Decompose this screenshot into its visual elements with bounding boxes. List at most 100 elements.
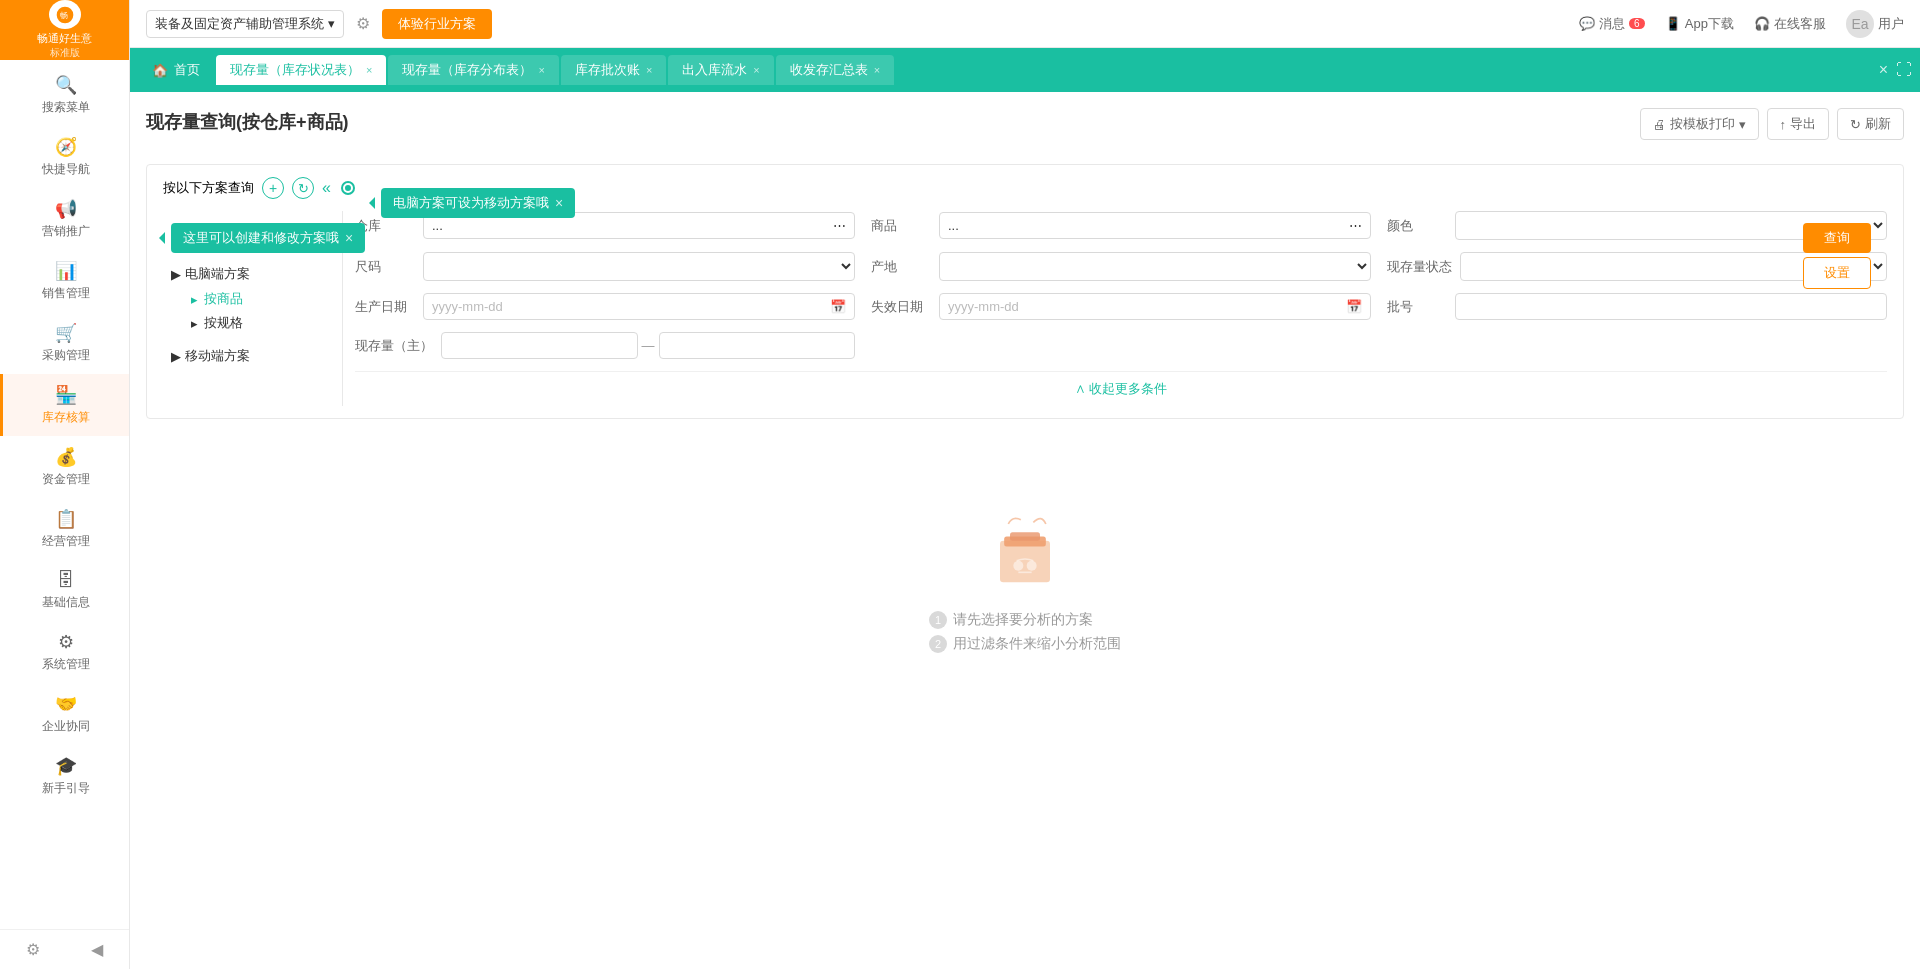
- sidebar-item-operations[interactable]: 📋 经营管理: [0, 498, 129, 560]
- sub-arrow-icon2: ▸: [191, 316, 198, 331]
- sidebar-item-inventory[interactable]: 🏪 库存核算: [0, 374, 129, 436]
- filter-row-4: 现存量（主） —: [355, 332, 1887, 359]
- user-avatar: Ea: [1846, 10, 1874, 38]
- origin-label: 产地: [871, 258, 931, 276]
- chart-icon: 📊: [55, 260, 77, 282]
- sidebar-item-basic[interactable]: 🗄 基础信息: [0, 560, 129, 621]
- tooltip2-close-btn[interactable]: ×: [345, 230, 353, 246]
- online-service-item[interactable]: 🎧 在线客服: [1754, 15, 1826, 33]
- message-item[interactable]: 💬 消息 6: [1579, 15, 1645, 33]
- topbar: 装备及固定资产辅助管理系统 ▾ ⚙ 体验行业方案 💬 消息 6 📱 App下载 …: [130, 0, 1920, 48]
- filter-title: 按以下方案查询: [163, 179, 254, 197]
- headset-icon: 🎧: [1754, 16, 1770, 31]
- tab-close-inventory-status[interactable]: ×: [366, 64, 372, 76]
- empty-hint-2: 2 用过滤条件来缩小分析范围: [929, 635, 1121, 653]
- sidebar-item-guide[interactable]: 🎓 新手引导: [0, 745, 129, 807]
- sidebar-footer: ⚙ ◀: [0, 929, 129, 969]
- svg-point-5: [1013, 561, 1023, 571]
- sidebar-item-finance[interactable]: 💰 资金管理: [0, 436, 129, 498]
- scheme-item-goods[interactable]: ▸ 按商品: [171, 287, 334, 311]
- batch-label: 批号: [1387, 298, 1447, 316]
- goods-label: 商品: [871, 217, 931, 235]
- batch-input[interactable]: [1455, 293, 1887, 320]
- database-icon: 🗄: [57, 570, 75, 591]
- inv-main-min[interactable]: [441, 332, 638, 359]
- svg-point-6: [1027, 561, 1037, 571]
- filter-row-2: 尺码 产地 现存量状态: [355, 252, 1887, 281]
- toolbar: 🖨 按模板打印 ▾ ↑ 导出 ↻ 刷新: [1640, 108, 1905, 140]
- export-btn[interactable]: ↑ 导出: [1767, 108, 1830, 140]
- sidebar-item-search[interactable]: 🔍 搜索菜单: [0, 64, 129, 126]
- empty-hint-1: 1 请先选择要分析的方案: [929, 611, 1121, 629]
- svg-rect-4: [1010, 532, 1040, 540]
- sidebar-nav: 🔍 搜索菜单 🧭 快捷导航 📢 营销推广 📊 销售管理 🛒 采购管理 🏪 库存核…: [0, 60, 129, 929]
- tab-expand-btn[interactable]: ⛶: [1896, 61, 1912, 79]
- refresh-btn[interactable]: ↻ 刷新: [1837, 108, 1904, 140]
- guide-icon: 🎓: [55, 755, 77, 777]
- logo-icon: 畅: [49, 0, 81, 29]
- tab-close-recv-send-summary[interactable]: ×: [874, 64, 880, 76]
- filter-arrow-btn[interactable]: «: [322, 179, 331, 197]
- origin-select[interactable]: [939, 252, 1371, 281]
- compass-icon: 🧭: [55, 136, 77, 158]
- hint-num-1: 1: [929, 611, 947, 629]
- app-logo: 畅 畅通好生意 标准版: [0, 0, 129, 60]
- size-select[interactable]: [423, 252, 855, 281]
- filter-field-goods: 商品 ... ⋯: [871, 211, 1371, 240]
- megaphone-icon: 📢: [55, 198, 77, 220]
- tab-inventory-status[interactable]: 现存量（库存状况表） ×: [216, 55, 386, 85]
- scheme-group-pc-title[interactable]: ▶ 电脑端方案: [171, 261, 334, 287]
- tab-close-batch-account[interactable]: ×: [646, 64, 652, 76]
- tab-home[interactable]: 🏠 首页: [138, 55, 214, 85]
- exp-date-input[interactable]: yyyy-mm-dd 📅: [939, 293, 1371, 320]
- sidebar-item-enterprise[interactable]: 🤝 企业协同: [0, 683, 129, 745]
- calendar-icon: 📅: [830, 299, 846, 314]
- search-btn[interactable]: 查询: [1803, 223, 1871, 253]
- inv-main-range: —: [441, 332, 855, 359]
- app-download-item[interactable]: 📱 App下载: [1665, 15, 1734, 33]
- filter-add-btn[interactable]: +: [262, 177, 284, 199]
- settings-btn[interactable]: ⚙: [26, 940, 40, 959]
- svg-rect-2: [1000, 541, 1050, 583]
- collapse-filter-btn[interactable]: ∧ 收起更多条件: [355, 371, 1887, 406]
- print-btn[interactable]: 🖨 按模板打印 ▾: [1640, 108, 1759, 140]
- sidebar-item-sales[interactable]: 📊 销售管理: [0, 250, 129, 312]
- system-selector[interactable]: 装备及固定资产辅助管理系统 ▾: [146, 10, 344, 38]
- main-content-area: 现存量查询(按仓库+商品) 🖨 按模板打印 ▾ ↑ 导出 ↻ 刷新: [130, 92, 1920, 969]
- tab-inventory-dist[interactable]: 现存量（库存分布表） ×: [388, 55, 558, 85]
- inv-main-max[interactable]: [659, 332, 856, 359]
- tooltip-scheme-move: 电脑方案可设为移动方案哦 ×: [381, 188, 575, 218]
- sidebar-item-marketing[interactable]: 📢 营销推广: [0, 188, 129, 250]
- goods-select[interactable]: ... ⋯: [939, 212, 1371, 239]
- sidebar-item-purchase[interactable]: 🛒 采购管理: [0, 312, 129, 374]
- topbar-settings-icon[interactable]: ⚙: [356, 14, 370, 33]
- prod-date-input[interactable]: yyyy-mm-dd 📅: [423, 293, 855, 320]
- empty-state: 1 请先选择要分析的方案 2 用过滤条件来缩小分析范围: [146, 419, 1904, 733]
- tab-close-in-out-flow[interactable]: ×: [753, 64, 759, 76]
- user-item[interactable]: Ea 用户: [1846, 10, 1904, 38]
- tabbar-right: × ⛶: [1879, 61, 1912, 79]
- tooltip1-close-btn[interactable]: ×: [555, 195, 563, 211]
- page-title: 现存量查询(按仓库+商品): [146, 110, 349, 134]
- phone-icon: 📱: [1665, 16, 1681, 31]
- app-name: 畅通好生意: [37, 31, 92, 46]
- trial-btn[interactable]: 体验行业方案: [382, 9, 492, 39]
- filter-content: 这里可以创建和修改方案哦 × ▶ 电脑端方案 ▸ 按商品: [163, 211, 1887, 406]
- filter-refresh-btn[interactable]: ↻: [292, 177, 314, 199]
- tab-close-inventory-dist[interactable]: ×: [538, 64, 544, 76]
- filter-field-size: 尺码: [355, 252, 855, 281]
- warehouse-icon: 🏪: [55, 384, 77, 406]
- scheme-item-spec[interactable]: ▸ 按规格: [171, 311, 334, 335]
- tab-close-all-btn[interactable]: ×: [1879, 61, 1888, 79]
- tab-in-out-flow[interactable]: 出入库流水 ×: [668, 55, 773, 85]
- scheme-group-mobile-title[interactable]: ▶ 移动端方案: [171, 343, 334, 369]
- filter-field-batch: 批号: [1387, 293, 1887, 320]
- tab-recv-send-summary[interactable]: 收发存汇总表 ×: [776, 55, 894, 85]
- enterprise-icon: 🤝: [55, 693, 77, 715]
- reset-btn[interactable]: 设置: [1803, 257, 1871, 289]
- sidebar-item-quicknav[interactable]: 🧭 快捷导航: [0, 126, 129, 188]
- filter-field-exp-date: 失效日期 yyyy-mm-dd 📅: [871, 293, 1371, 320]
- sidebar-item-system[interactable]: ⚙ 系统管理: [0, 621, 129, 683]
- tab-batch-account[interactable]: 库存批次账 ×: [561, 55, 666, 85]
- collapse-sidebar-btn[interactable]: ◀: [91, 940, 103, 959]
